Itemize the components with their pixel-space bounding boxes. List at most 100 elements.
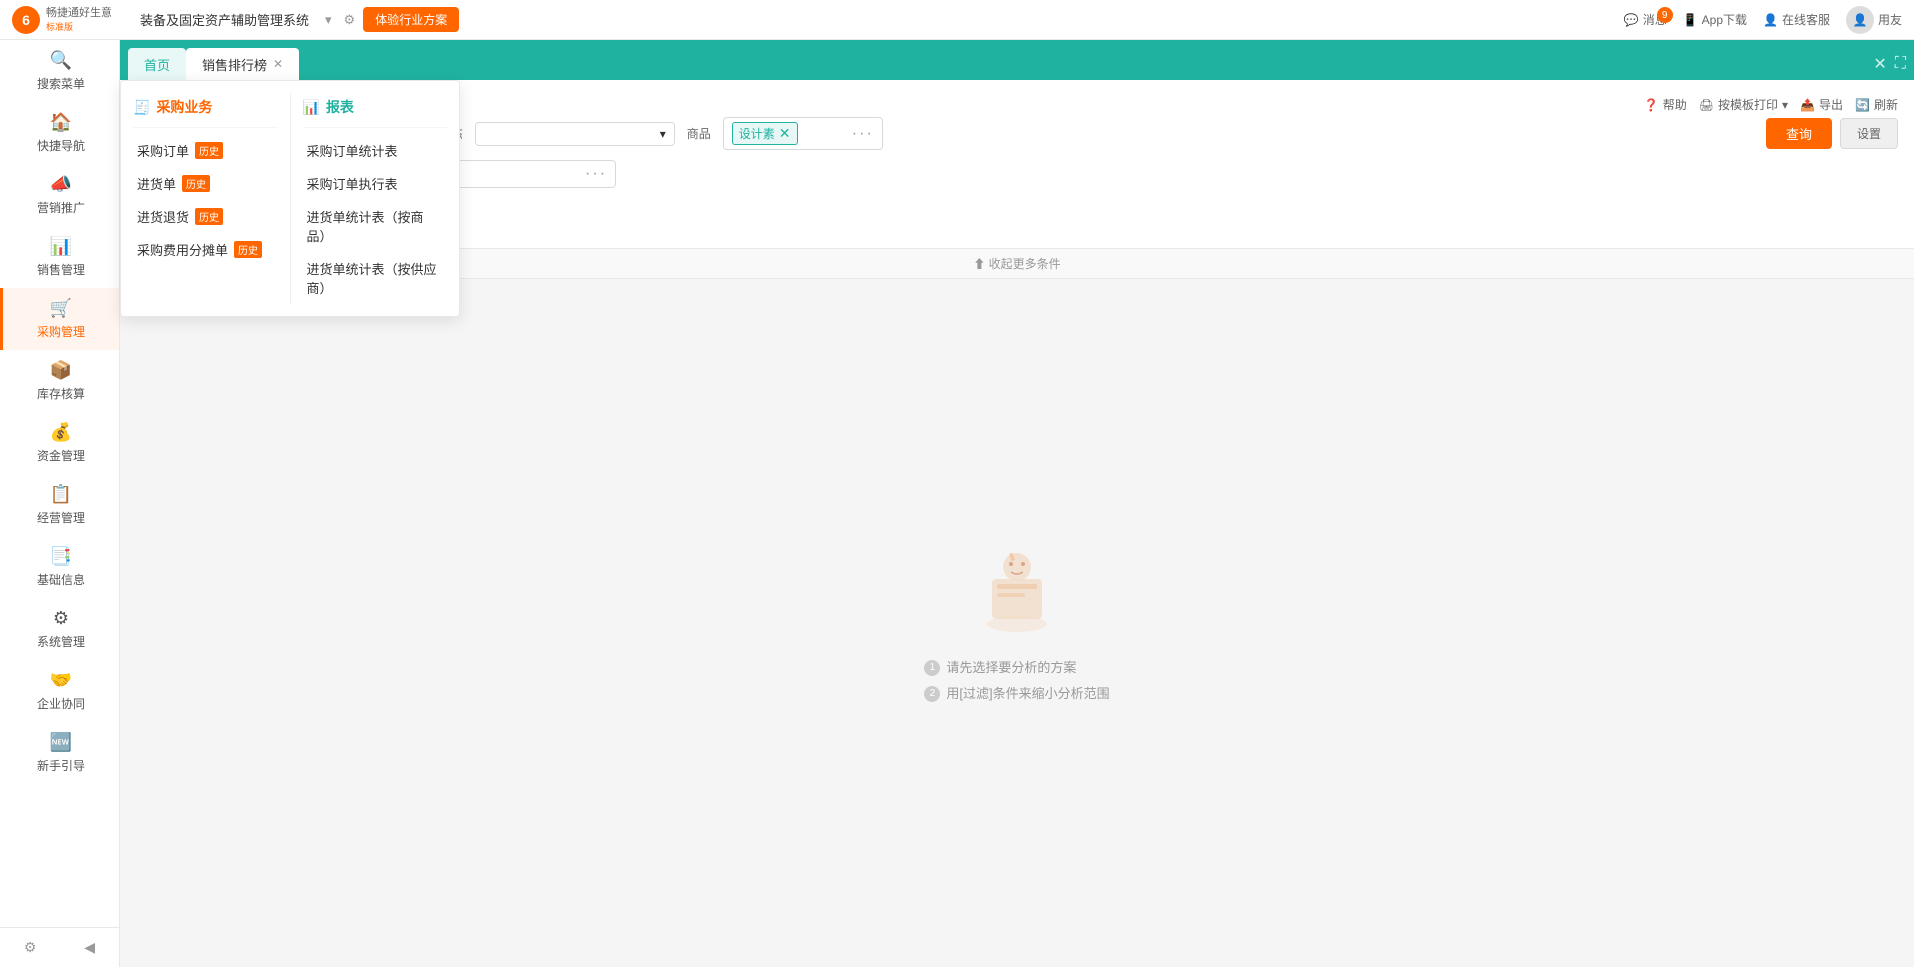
history-badge-0: 历史 [195,142,223,159]
goods-more-btn[interactable]: ··· [852,125,874,143]
tab-home[interactable]: 首页 [128,48,186,80]
goods-select[interactable]: 设计素 ✕ ··· [723,117,883,150]
user-item[interactable]: 👤 用友 [1846,6,1902,34]
salesman-select[interactable]: ··· [436,160,616,188]
goods-tag-close[interactable]: ✕ [779,125,791,142]
report-2-label: 采购订单执行表 [307,174,398,193]
header-right: 💬 消息 9 📱 App下载 👤 在线客服 👤 用友 [1624,6,1902,34]
sidebar-label-system: 系统管理 [37,633,85,650]
dropdown-item-cost[interactable]: 采购费用分摊单 历史 [133,233,278,266]
online-service-item[interactable]: 👤 在线客服 [1763,11,1830,28]
reports-title-text: 报表 [326,97,354,117]
home-icon: 🏠 [50,112,72,133]
phone-icon: 📱 [1683,13,1698,27]
sidebar-label-marketing: 营销推广 [37,199,85,216]
dropdown-item-purchase-order[interactable]: 采购订单 历史 [133,134,278,167]
setting-btn[interactable]: 设置 [1840,118,1898,149]
avatar: 👤 [1846,6,1874,34]
enterprise-icon: 🤝 [50,670,72,691]
query-btn[interactable]: 查询 [1766,118,1832,149]
export-btn[interactable]: 📤 导出 [1800,96,1843,113]
sidebar-label-sales: 销售管理 [37,261,85,278]
tab-fullscreen-btn[interactable]: ⛶ [1895,55,1906,73]
history-badge-3: 历史 [234,241,262,258]
purchase-icon: 🛒 [50,298,72,319]
message-badge: 9 [1657,7,1673,23]
message-icon: 💬 [1624,13,1639,27]
salesman-more-btn[interactable]: ··· [585,165,607,183]
empty-state: 1 请先选择要分析的方案 2 用[过滤]条件来缩小分析范围 [120,279,1914,967]
dropdown-item-report-4[interactable]: 进货单统计表（按供应商） [303,252,448,304]
basicinfo-icon: 📑 [50,546,72,567]
empty-tips: 1 请先选择要分析的方案 2 用[过滤]条件来缩小分析范围 [924,655,1109,707]
report-1-label: 采购订单统计表 [307,141,398,160]
logo-icon: 6 [12,6,40,34]
sidebar-label-guide: 新手引导 [37,757,85,774]
return-label: 进货退货 [137,207,189,226]
sidebar-collapse-btn[interactable]: ◀ [76,935,103,960]
sidebar-settings-btn[interactable]: ⚙ [16,935,45,960]
user-label: 用友 [1878,11,1902,28]
logo-area: 6 畅捷通好生意 标准版 [12,6,132,34]
history-badge-2: 历史 [195,208,223,225]
purchase-order-label: 采购订单 [137,141,189,160]
sidebar-label-basicinfo: 基础信息 [37,571,85,588]
dropdown-item-report-2[interactable]: 采购订单执行表 [303,167,448,200]
top-header: 6 畅捷通好生意 标准版 装备及固定资产辅助管理系统 ▾ ⚙ 体验行业方案 💬 … [0,0,1914,40]
sidebar-item-operation[interactable]: 📋 经营管理 [0,474,119,536]
sidebar-item-quick[interactable]: 🏠 快捷导航 [0,102,119,164]
operation-icon: 📋 [50,484,72,505]
sidebar-item-marketing[interactable]: 📣 营销推广 [0,164,119,226]
print-icon: 🖨 [1699,98,1714,112]
sidebar-item-sales[interactable]: 📊 销售管理 [0,226,119,288]
dropdown-item-return[interactable]: 进货退货 历史 [133,200,278,233]
system-title-text: 装备及固定资产辅助管理系统 [140,10,309,29]
app-download-label: App下载 [1702,11,1747,28]
print-btn[interactable]: 🖨 按模板打印 ▾ [1699,96,1788,113]
industry-btn[interactable]: 体验行业方案 [363,7,459,32]
search-icon: 🔍 [50,50,72,71]
sidebar-item-inventory[interactable]: 📦 库存核算 [0,350,119,412]
sidebar: 🔍 搜索菜单 🏠 快捷导航 📣 营销推广 📊 销售管理 🛒 采购管理 📦 库存核… [0,40,120,967]
dropdown-item-report-3[interactable]: 进货单统计表（按商品） [303,200,448,252]
purchase-title-text: 采购业务 [156,97,212,117]
print-dropdown-icon[interactable]: ▾ [1782,98,1788,112]
collapse-label: 收起更多条件 [989,257,1061,271]
refresh-btn[interactable]: 🔄 刷新 [1855,96,1898,113]
print-label: 按模板打印 [1718,96,1778,113]
sidebar-label-enterprise: 企业协同 [37,695,85,712]
settings-icon[interactable]: ⚙ [344,12,356,28]
dropdown-arrow-icon[interactable]: ▾ [325,12,332,28]
tab-close-icon[interactable]: ✕ [273,57,283,71]
sidebar-label-purchase: 采购管理 [37,323,85,340]
app-download-item[interactable]: 📱 App下载 [1683,11,1747,28]
sidebar-item-search[interactable]: 🔍 搜索菜单 [0,40,119,102]
report-3-label: 进货单统计表（按商品） [307,207,444,245]
tab-close-btn[interactable]: ✕ [1873,54,1886,74]
service-icon: 👤 [1763,13,1778,27]
sidebar-item-guide[interactable]: 🆕 新手引导 [0,722,119,784]
goods-label: 商品 [687,125,711,142]
help-btn[interactable]: ❓ 帮助 [1644,96,1687,113]
sidebar-item-basicinfo[interactable]: 📑 基础信息 [0,536,119,598]
sidebar-item-purchase[interactable]: 🛒 采购管理 [0,288,119,350]
reports-title-icon: 📊 [303,99,320,116]
dropdown-item-report-1[interactable]: 采购订单统计表 [303,134,448,167]
inventory-icon: 📦 [50,360,72,381]
tab-sales-rank[interactable]: 销售排行榜 ✕ [186,48,299,80]
purchase-section-title: 🧾 采购业务 [133,93,278,128]
dropdown-item-inbound[interactable]: 进货单 历史 [133,167,278,200]
purchase-title-icon: 🧾 [133,99,150,116]
tab-home-label: 首页 [144,55,170,74]
report-4-label: 进货单统计表（按供应商） [307,259,444,297]
sidebar-item-finance[interactable]: 💰 资金管理 [0,412,119,474]
doc-status-select[interactable]: ▾ [475,122,675,146]
finance-icon: 💰 [50,422,72,443]
doc-status-arrow: ▾ [660,127,666,141]
empty-illustration [967,539,1067,639]
message-item[interactable]: 💬 消息 9 [1624,11,1667,28]
sidebar-item-enterprise[interactable]: 🤝 企业协同 [0,660,119,722]
system-title-area: 装备及固定资产辅助管理系统 ▾ ⚙ 体验行业方案 [132,7,1624,32]
sidebar-item-system[interactable]: ⚙ 系统管理 [0,598,119,660]
sidebar-label-quick: 快捷导航 [37,137,85,154]
